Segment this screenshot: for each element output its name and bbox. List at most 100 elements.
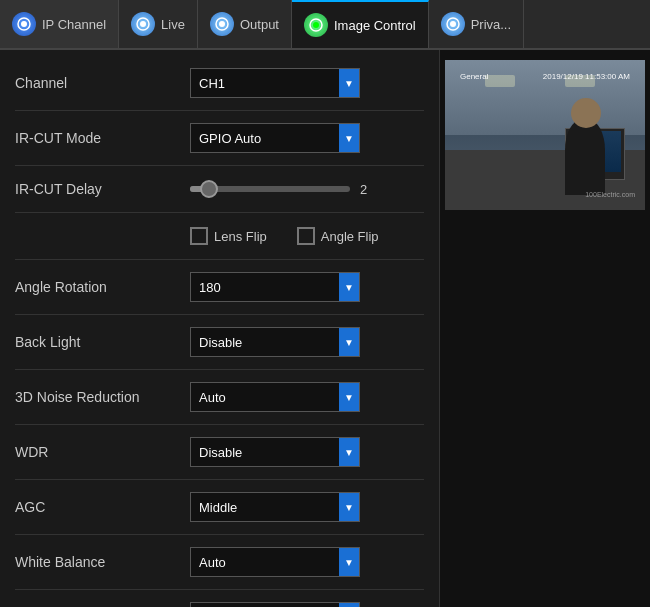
svg-point-9 xyxy=(450,21,456,27)
scene-head xyxy=(571,98,601,128)
noise-reduction-row: 3D Noise Reduction Auto ▼ xyxy=(15,374,424,420)
wdr-arrow: ▼ xyxy=(339,438,359,466)
back-light-control: Disable ▼ xyxy=(190,327,424,357)
channel-value: CH1 xyxy=(199,76,339,91)
tab-image-control-icon xyxy=(304,13,328,37)
tab-privacy-label: Priva... xyxy=(471,17,511,32)
channel-label: Channel xyxy=(15,75,190,91)
scene-person xyxy=(565,120,605,195)
shutter-control: Auto ▼ xyxy=(190,602,424,607)
noise-reduction-dropdown[interactable]: Auto ▼ xyxy=(190,382,360,412)
divider-8 xyxy=(15,479,424,480)
ircut-delay-slider-container: 2 xyxy=(190,182,424,197)
angle-rotation-row: Angle Rotation 180 ▼ xyxy=(15,264,424,310)
shutter-dropdown[interactable]: Auto ▼ xyxy=(190,602,360,607)
angle-flip-item[interactable]: Angle Flip xyxy=(297,227,379,245)
channel-dropdown[interactable]: CH1 ▼ xyxy=(190,68,360,98)
preview-timestamp: 2019/12/19 11:53:00 AM xyxy=(543,72,630,81)
tab-privacy-icon xyxy=(441,12,465,36)
ircut-delay-thumb[interactable] xyxy=(200,180,218,198)
agc-dropdown[interactable]: Middle ▼ xyxy=(190,492,360,522)
angle-rotation-value: 180 xyxy=(199,280,339,295)
ircut-delay-label: IR-CUT Delay xyxy=(15,181,190,197)
divider-9 xyxy=(15,534,424,535)
shutter-row: Shutter Auto ▼ xyxy=(15,594,424,607)
channel-control: CH1 ▼ xyxy=(190,68,424,98)
svg-point-7 xyxy=(313,22,319,28)
back-light-arrow: ▼ xyxy=(339,328,359,356)
ircut-mode-arrow: ▼ xyxy=(339,124,359,152)
preview-panel: General 2019/12/19 11:53:00 AM 100Electr… xyxy=(440,50,650,607)
wdr-label: WDR xyxy=(15,444,190,460)
agc-label: AGC xyxy=(15,499,190,515)
divider-5 xyxy=(15,314,424,315)
ircut-delay-track[interactable] xyxy=(190,186,350,192)
angle-rotation-label: Angle Rotation xyxy=(15,279,190,295)
noise-reduction-value: Auto xyxy=(199,390,339,405)
angle-rotation-dropdown[interactable]: 180 ▼ xyxy=(190,272,360,302)
settings-panel: Channel CH1 ▼ IR-CUT Mode GPIO Auto ▼ IR xyxy=(0,50,440,607)
tab-image-control[interactable]: Image Control xyxy=(292,0,429,48)
checkbox-group: Lens Flip Angle Flip xyxy=(190,227,424,245)
preview-image: General 2019/12/19 11:53:00 AM 100Electr… xyxy=(445,60,645,210)
ircut-mode-value: GPIO Auto xyxy=(199,131,339,146)
preview-channel-label: General xyxy=(460,72,488,81)
white-balance-arrow: ▼ xyxy=(339,548,359,576)
agc-control: Middle ▼ xyxy=(190,492,424,522)
divider-10 xyxy=(15,589,424,590)
tab-ip-channel[interactable]: IP Channel xyxy=(0,0,119,48)
noise-reduction-arrow: ▼ xyxy=(339,383,359,411)
ircut-delay-row: IR-CUT Delay 2 xyxy=(15,170,424,208)
back-light-dropdown[interactable]: Disable ▼ xyxy=(190,327,360,357)
back-light-label: Back Light xyxy=(15,334,190,350)
wdr-value: Disable xyxy=(199,445,339,460)
divider-2 xyxy=(15,165,424,166)
lens-flip-checkbox[interactable] xyxy=(190,227,208,245)
white-balance-dropdown[interactable]: Auto ▼ xyxy=(190,547,360,577)
ircut-mode-dropdown[interactable]: GPIO Auto ▼ xyxy=(190,123,360,153)
angle-flip-label: Angle Flip xyxy=(321,229,379,244)
ircut-mode-row: IR-CUT Mode GPIO Auto ▼ xyxy=(15,115,424,161)
shutter-arrow: ▼ xyxy=(339,603,359,607)
white-balance-label: White Balance xyxy=(15,554,190,570)
channel-row: Channel CH1 ▼ xyxy=(15,60,424,106)
camera-scene xyxy=(445,60,645,210)
tab-privacy[interactable]: Priva... xyxy=(429,0,524,48)
tab-live-label: Live xyxy=(161,17,185,32)
tab-ip-channel-icon xyxy=(12,12,36,36)
nav-bar: IP Channel Live Output Image Control Pri… xyxy=(0,0,650,50)
main-content: Channel CH1 ▼ IR-CUT Mode GPIO Auto ▼ IR xyxy=(0,50,650,607)
divider-7 xyxy=(15,424,424,425)
divider-4 xyxy=(15,259,424,260)
agc-value: Middle xyxy=(199,500,339,515)
tab-output-icon xyxy=(210,12,234,36)
noise-reduction-control: Auto ▼ xyxy=(190,382,424,412)
tab-output-label: Output xyxy=(240,17,279,32)
angle-flip-checkbox[interactable] xyxy=(297,227,315,245)
angle-rotation-arrow: ▼ xyxy=(339,273,359,301)
wdr-dropdown[interactable]: Disable ▼ xyxy=(190,437,360,467)
tab-ip-channel-label: IP Channel xyxy=(42,17,106,32)
ircut-delay-control: 2 xyxy=(190,182,424,197)
flip-row: Lens Flip Angle Flip xyxy=(15,217,424,255)
channel-dropdown-arrow: ▼ xyxy=(339,69,359,97)
ircut-mode-label: IR-CUT Mode xyxy=(15,130,190,146)
svg-point-1 xyxy=(21,21,27,27)
white-balance-row: White Balance Auto ▼ xyxy=(15,539,424,585)
noise-reduction-label: 3D Noise Reduction xyxy=(15,389,190,405)
lens-flip-item[interactable]: Lens Flip xyxy=(190,227,267,245)
angle-rotation-control: 180 ▼ xyxy=(190,272,424,302)
agc-row: AGC Middle ▼ xyxy=(15,484,424,530)
agc-arrow: ▼ xyxy=(339,493,359,521)
white-balance-value: Auto xyxy=(199,555,339,570)
lens-flip-label: Lens Flip xyxy=(214,229,267,244)
wdr-row: WDR Disable ▼ xyxy=(15,429,424,475)
back-light-value: Disable xyxy=(199,335,339,350)
divider-1 xyxy=(15,110,424,111)
divider-6 xyxy=(15,369,424,370)
ircut-mode-control: GPIO Auto ▼ xyxy=(190,123,424,153)
back-light-row: Back Light Disable ▼ xyxy=(15,319,424,365)
tab-output[interactable]: Output xyxy=(198,0,292,48)
preview-watermark: 100Electric.com xyxy=(585,191,635,198)
tab-live[interactable]: Live xyxy=(119,0,198,48)
